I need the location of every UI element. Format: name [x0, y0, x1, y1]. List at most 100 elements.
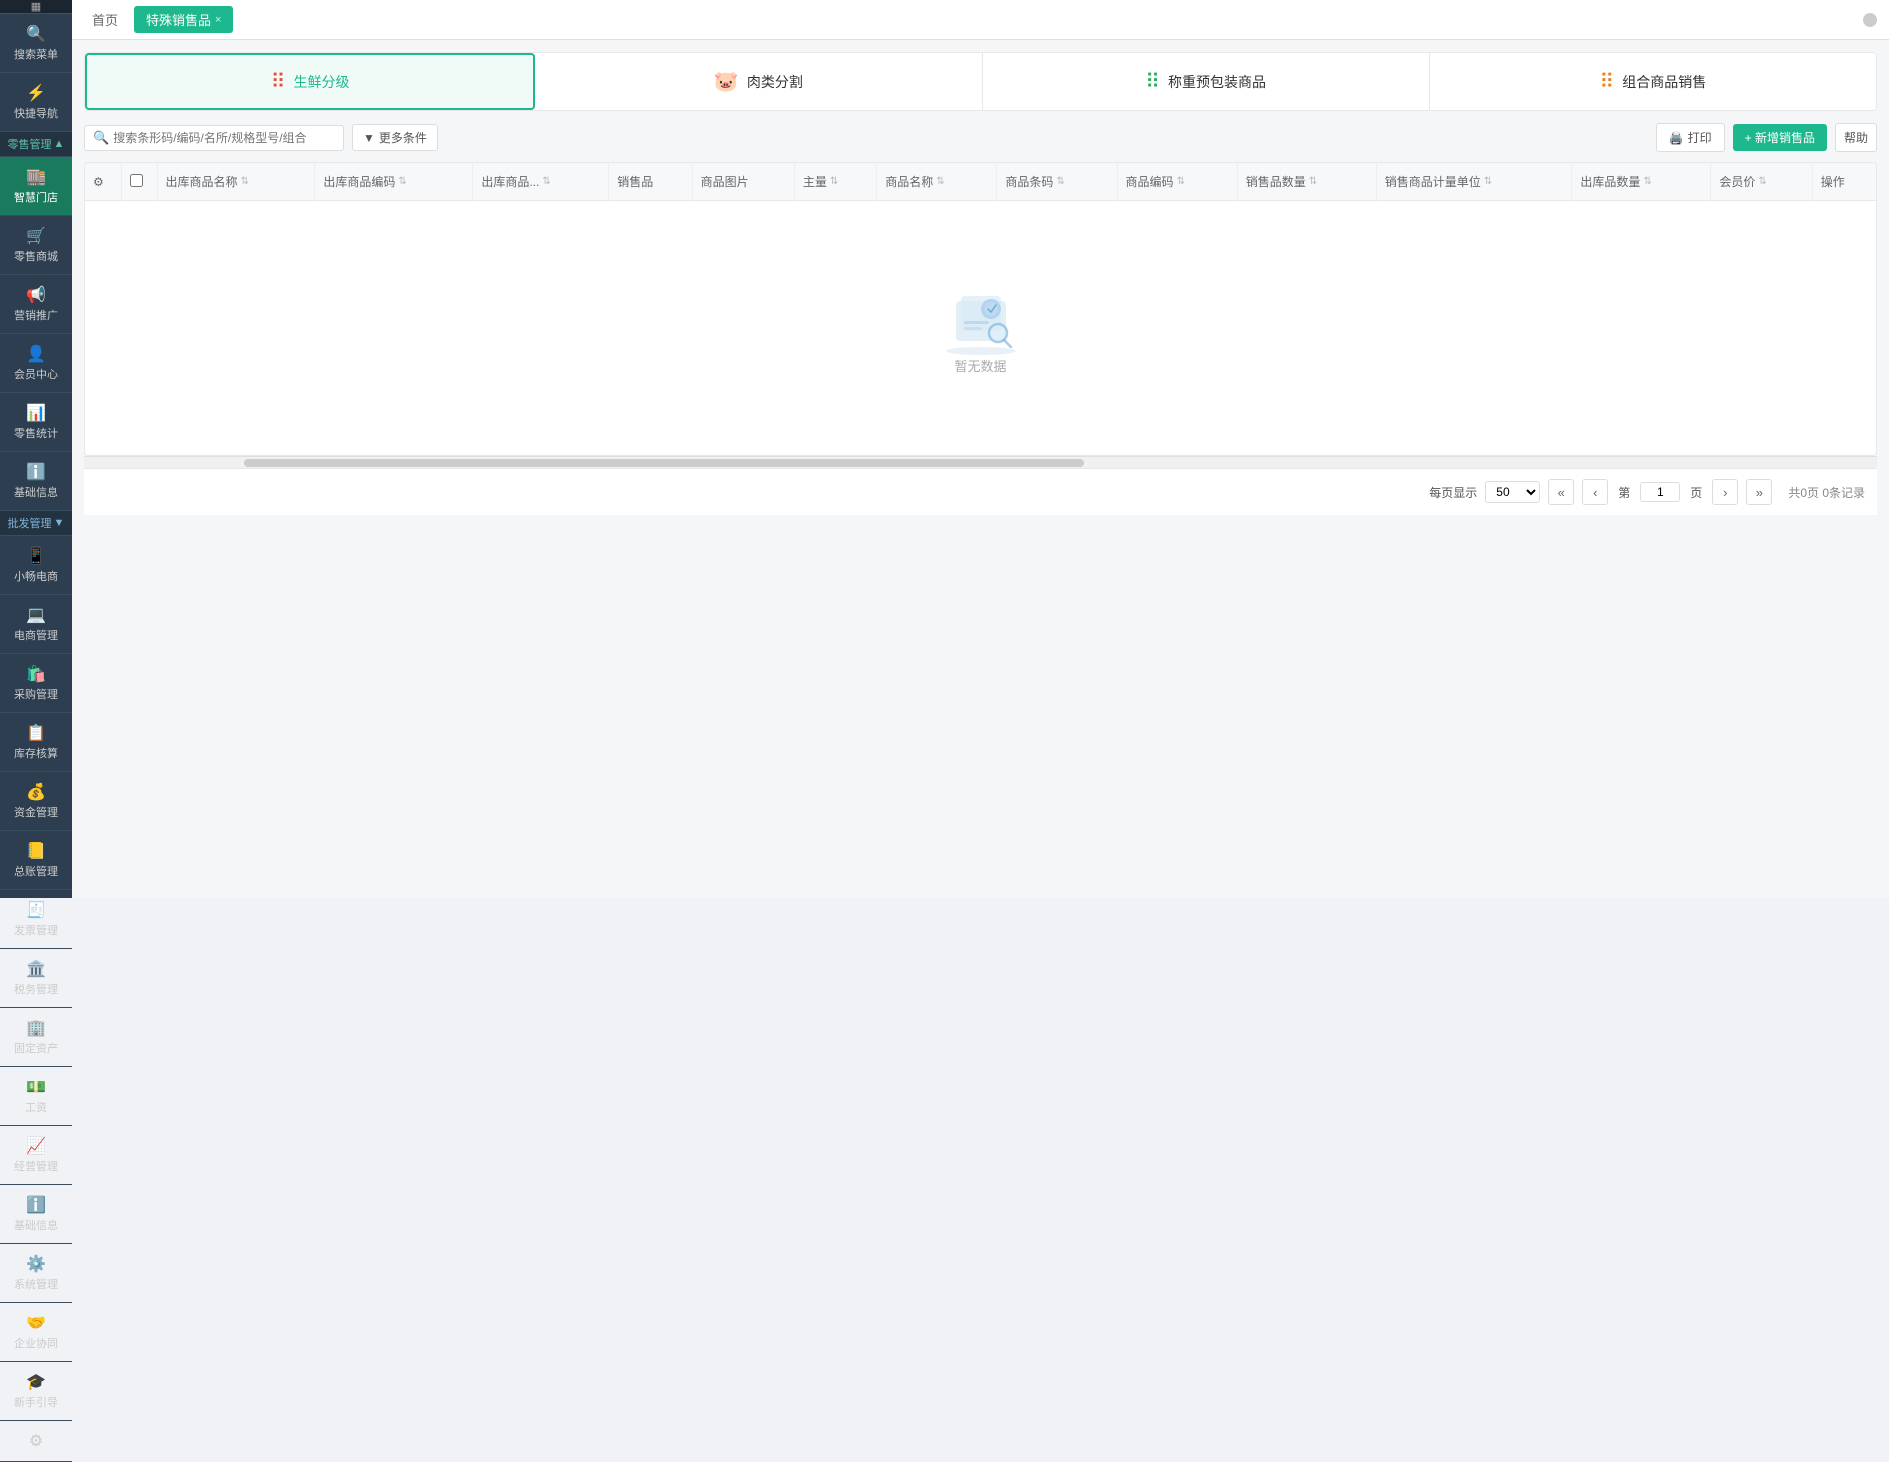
search-input[interactable] — [113, 131, 335, 145]
help-button[interactable]: 帮助 — [1835, 123, 1877, 152]
sort-icon: ⇅ — [1758, 176, 1766, 187]
sidebar-item-enterprise[interactable]: 🤝 企业协同 — [0, 1303, 72, 1362]
th-out-product-spec[interactable]: 出库商品... ⇅ — [473, 163, 609, 201]
th-barcode[interactable]: 商品条码 ⇅ — [997, 163, 1117, 201]
sidebar-section-wholesale[interactable]: 批发管理 ▼ — [0, 511, 72, 536]
sidebar-item-ecom-mgmt[interactable]: 💻 电商管理 — [0, 595, 72, 654]
sidebar-item-member-center[interactable]: 👤 会员中心 — [0, 334, 72, 393]
sidebar-logo: ▦ — [0, 0, 72, 14]
member-center-icon: 👤 — [26, 344, 46, 364]
sidebar-item-wages[interactable]: 💵 工资 — [0, 1067, 72, 1126]
cat-tab-meat-cutting[interactable]: 🐷 肉类分割 — [535, 53, 982, 110]
cat-tab-label: 称重预包装商品 — [1168, 72, 1266, 92]
th-out-qty[interactable]: 出库品数量 ⇅ — [1572, 163, 1711, 201]
sidebar-item-retail-mall[interactable]: 🛒 零售商城 — [0, 216, 72, 275]
th-member-price[interactable]: 会员价 ⇅ — [1711, 163, 1812, 201]
sidebar-item-settings[interactable]: ⚙ — [0, 1421, 72, 1462]
sidebar-item-label: 基础信息 — [14, 484, 58, 500]
th-out-product-name[interactable]: 出库商品名称 ⇅ — [157, 163, 315, 201]
tab-special-sales[interactable]: 特殊销售品 × — [134, 6, 233, 33]
sidebar-item-new-guide[interactable]: 🎓 新手引导 — [0, 1362, 72, 1421]
th-sales-product: 销售品 — [609, 163, 692, 201]
sidebar-item-search-menu[interactable]: 🔍 搜索菜单 — [0, 14, 72, 73]
first-page-button[interactable]: « — [1548, 479, 1574, 505]
wages-icon: 💵 — [26, 1077, 46, 1097]
th-sales-unit[interactable]: 销售商品计量单位 ⇅ — [1376, 163, 1572, 201]
products-table: ⚙ 出库商品名称 ⇅ 出库商 — [85, 163, 1876, 455]
th-label: 销售商品计量单位 — [1385, 173, 1481, 190]
scrollbar-thumb[interactable] — [244, 459, 1084, 467]
sidebar-item-tax[interactable]: 🏛️ 税务管理 — [0, 949, 72, 1008]
empty-state: 暂无数据 — [85, 201, 1876, 455]
th-out-product-code[interactable]: 出库商品编码 ⇅ — [315, 163, 473, 201]
ecom-mgmt-icon: 💻 — [26, 605, 46, 625]
sidebar: ▦ 🔍 搜索菜单 ⚡ 快捷导航 零售管理 ▲ 🏬 智慧门店 🛒 零售商城 📢 营… — [0, 0, 72, 898]
combo-products-icon: ⠿ — [1600, 69, 1615, 94]
tax-icon: 🏛️ — [26, 959, 46, 979]
sidebar-item-label: 小畅电商 — [14, 568, 58, 584]
sidebar-item-label: 税务管理 — [14, 981, 58, 997]
tab-home[interactable]: 首页 — [84, 6, 126, 33]
sidebar-section-retail[interactable]: 零售管理 ▲ — [0, 132, 72, 157]
page-label-prefix: 第 — [1618, 484, 1630, 501]
sidebar-item-sales-promo[interactable]: 📢 营销推广 — [0, 275, 72, 334]
print-button[interactable]: 🖨️ 打印 — [1656, 123, 1725, 152]
th-label: 会员价 — [1719, 173, 1755, 190]
ledger-icon: 📒 — [26, 841, 46, 861]
next-page-button[interactable]: › — [1712, 479, 1738, 505]
sidebar-item-inventory[interactable]: 📋 库存核算 — [0, 713, 72, 772]
th-label: 操作 — [1821, 173, 1845, 190]
sidebar-item-smart-store[interactable]: 🏬 智慧门店 — [0, 157, 72, 216]
sidebar-item-basic-info[interactable]: ℹ️ 基础信息 — [0, 452, 72, 511]
cat-tab-fresh-grading[interactable]: ⠿ 生鲜分级 — [85, 53, 535, 110]
fresh-grading-icon: ⠿ — [271, 69, 286, 94]
sidebar-item-label: 电商管理 — [14, 627, 58, 643]
prev-page-button[interactable]: ‹ — [1582, 479, 1608, 505]
search-box[interactable]: 🔍 — [84, 125, 344, 151]
sidebar-item-purchase-mgmt[interactable]: 🛍️ 采购管理 — [0, 654, 72, 713]
filter-label: 更多条件 — [379, 129, 427, 146]
sidebar-item-ops-mgmt[interactable]: 📈 经营管理 — [0, 1126, 72, 1185]
toolbar-left: 🔍 ▼ 更多条件 — [84, 124, 438, 151]
sidebar-item-label: 会员中心 — [14, 366, 58, 382]
th-checkbox[interactable] — [121, 163, 157, 201]
category-tabs: ⠿ 生鲜分级 🐷 肉类分割 ⠿ 称重预包装商品 ⠿ 组合商品销售 — [84, 52, 1877, 111]
pagination: 每页显示 50 10 20 100 « ‹ 第 页 › » 共0页 0条记录 — [84, 468, 1877, 515]
th-sales-qty[interactable]: 销售品数量 ⇅ — [1237, 163, 1376, 201]
sort-icon: ⇅ — [1484, 176, 1492, 187]
page-number-input[interactable] — [1640, 482, 1680, 502]
th-settings[interactable]: ⚙ — [85, 163, 121, 201]
sidebar-item-mini-ecom[interactable]: 📱 小畅电商 — [0, 536, 72, 595]
tab-close-icon[interactable]: × — [215, 14, 221, 26]
add-label: + 新增销售品 — [1745, 129, 1815, 146]
th-product-image: 商品图片 — [692, 163, 794, 201]
sort-icon: ⇅ — [1309, 176, 1317, 187]
th-label: 商品编码 — [1126, 173, 1174, 190]
sidebar-item-retail-stats[interactable]: 📊 零售统计 — [0, 393, 72, 452]
sidebar-item-invoice[interactable]: 🧾 发票管理 — [0, 890, 72, 949]
th-product-name[interactable]: 商品名称 ⇅ — [877, 163, 997, 201]
cat-tab-combo-products[interactable]: ⠿ 组合商品销售 — [1430, 53, 1876, 110]
sidebar-item-label: 营销推广 — [14, 307, 58, 323]
sidebar-item-sys-mgmt[interactable]: ⚙️ 系统管理 — [0, 1244, 72, 1303]
sidebar-item-fixed-assets[interactable]: 🏢 固定资产 — [0, 1008, 72, 1067]
filter-button[interactable]: ▼ 更多条件 — [352, 124, 438, 151]
select-all-checkbox[interactable] — [130, 174, 143, 187]
sidebar-item-label: 库存核算 — [14, 745, 58, 761]
sidebar-item-label: 工资 — [25, 1099, 47, 1115]
sidebar-item-quick-nav[interactable]: ⚡ 快捷导航 — [0, 73, 72, 132]
sys-mgmt-icon: ⚙️ — [26, 1254, 46, 1274]
sidebar-item-ledger[interactable]: 📒 总账管理 — [0, 831, 72, 890]
horizontal-scrollbar[interactable] — [84, 456, 1877, 468]
add-product-button[interactable]: + 新增销售品 — [1733, 124, 1827, 151]
sidebar-item-basic-info2[interactable]: ℹ️ 基础信息 — [0, 1185, 72, 1244]
active-tab-label: 特殊销售品 — [146, 10, 211, 29]
topbar: 首页 特殊销售品 × — [72, 0, 1889, 40]
sidebar-item-finance[interactable]: 💰 资金管理 — [0, 772, 72, 831]
th-weight[interactable]: 主量 ⇅ — [794, 163, 876, 201]
th-product-code[interactable]: 商品编码 ⇅ — [1117, 163, 1237, 201]
cat-tab-weight-prepack[interactable]: ⠿ 称重预包装商品 — [983, 53, 1430, 110]
page-size-select[interactable]: 50 10 20 100 — [1485, 481, 1540, 503]
th-label: 商品名称 — [885, 173, 933, 190]
last-page-button[interactable]: » — [1746, 479, 1772, 505]
